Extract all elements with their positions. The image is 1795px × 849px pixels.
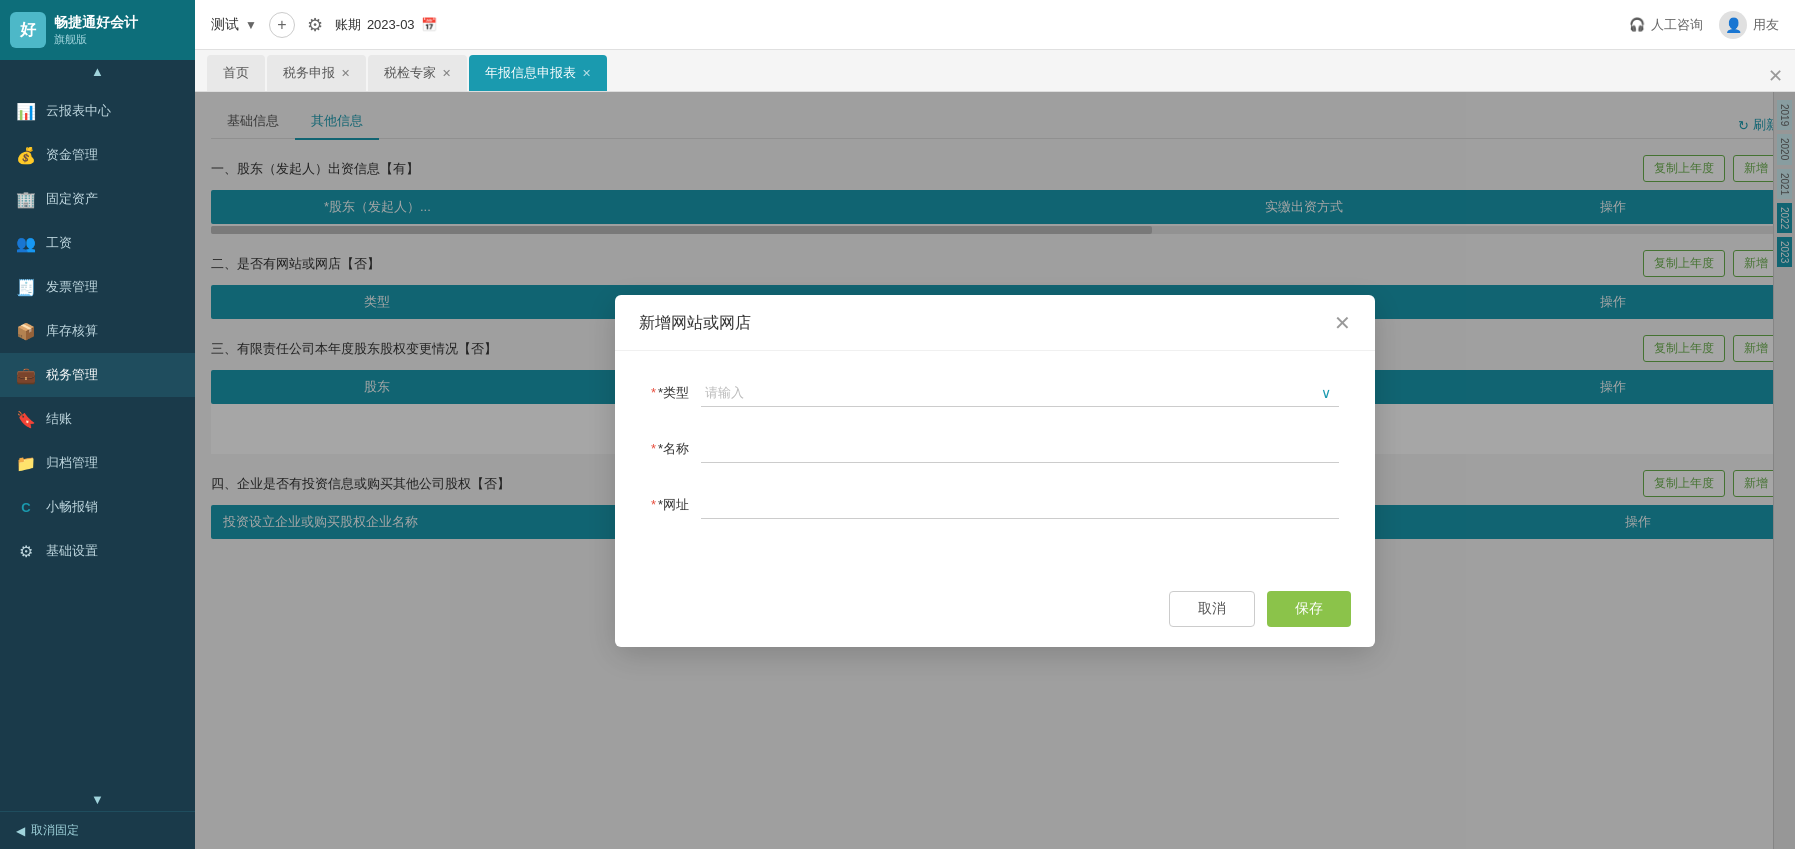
tax-icon: 💼 [16,365,36,385]
main-area: 测试 ▼ + ⚙ 账期 2023-03 📅 🎧 人工咨询 [195,0,1795,849]
company-dropdown-icon: ▼ [245,18,257,32]
app-title: 畅捷通好会计 [54,13,138,31]
tab-tax-declare[interactable]: 税务申报 ✕ [267,55,366,91]
support-button[interactable]: 🎧 人工咨询 [1629,16,1703,34]
cloud-reports-icon: 📊 [16,101,36,121]
sidebar: 好 畅捷通好会计 旗舰版 ▲ 📊 云报表中心 💰 资金管理 🏢 固定资产 [0,0,195,849]
support-label: 人工咨询 [1651,16,1703,34]
tab-annual-report[interactable]: 年报信息申报表 ✕ [469,55,607,91]
period-label: 账期 [335,16,361,34]
xiaochang-icon: C [16,497,36,517]
sidebar-item-payroll[interactable]: 👥 工资 [0,221,195,265]
sidebar-item-xiaochang[interactable]: C 小畅报销 [0,485,195,529]
sidebar-item-fixed-assets[interactable]: 🏢 固定资产 [0,177,195,221]
form-field-url [701,491,1339,519]
dialog-body: **类型 ∨ **名称 [615,351,1375,575]
sidebar-item-inventory[interactable]: 📦 库存核算 [0,309,195,353]
topbar-right: 🎧 人工咨询 👤 用友 [1629,11,1779,39]
user-menu[interactable]: 👤 用友 [1719,11,1779,39]
name-input[interactable] [701,435,1339,463]
user-label: 用友 [1753,16,1779,34]
sidebar-nav: 📊 云报表中心 💰 资金管理 🏢 固定资产 👥 工资 🧾 发票管理 📦 [0,83,195,788]
content-area: 基础信息 其他信息 ↻ 刷新 一、股东（发起人）出资信息【有】 [195,92,1795,849]
calendar-icon: 📅 [421,17,437,32]
form-label-url: **网址 [651,496,701,514]
support-icon: 🎧 [1629,17,1645,32]
form-field-name [701,435,1339,463]
app-subtitle: 旗舰版 [54,32,138,47]
sidebar-label-fixed-assets: 固定资产 [46,190,98,208]
add-company-button[interactable]: + [269,12,295,38]
sidebar-footer-pin[interactable]: ◀ 取消固定 [0,811,195,849]
archive-icon: 📁 [16,453,36,473]
user-avatar: 👤 [1719,11,1747,39]
company-name: 测试 [211,16,239,34]
sidebar-item-cloud-reports[interactable]: 📊 云报表中心 [0,89,195,133]
tab-tax-check[interactable]: 税检专家 ✕ [368,55,467,91]
form-label-type: **类型 [651,384,701,402]
tab-tax-declare-label: 税务申报 [283,64,335,82]
form-row-type: **类型 ∨ [651,379,1339,407]
tab-annual-report-label: 年报信息申报表 [485,64,576,82]
sidebar-item-checkout[interactable]: 🔖 结账 [0,397,195,441]
form-field-type: ∨ [701,379,1339,407]
sidebar-item-archive[interactable]: 📁 归档管理 [0,441,195,485]
period-selector[interactable]: 账期 2023-03 📅 [335,16,437,34]
dialog-close-button[interactable]: ✕ [1334,313,1351,333]
topbar: 测试 ▼ + ⚙ 账期 2023-03 📅 🎧 人工咨询 [195,0,1795,50]
sidebar-header: 好 畅捷通好会计 旗舰版 [0,0,195,60]
funds-icon: 💰 [16,145,36,165]
tab-annual-report-close[interactable]: ✕ [582,67,591,80]
pin-label: 取消固定 [31,822,79,839]
sidebar-scroll-down[interactable]: ▼ [0,788,195,811]
form-row-url: **网址 [651,491,1339,519]
app-logo: 好 [10,12,46,48]
sidebar-item-tax[interactable]: 💼 税务管理 [0,353,195,397]
global-close-btn[interactable]: ✕ [1768,65,1783,91]
sidebar-label-cloud-reports: 云报表中心 [46,102,111,120]
tab-home[interactable]: 首页 [207,55,265,91]
save-button[interactable]: 保存 [1267,591,1351,627]
dialog-title: 新增网站或网店 [639,313,751,334]
tab-tax-declare-close[interactable]: ✕ [341,67,350,80]
sidebar-item-invoice[interactable]: 🧾 发票管理 [0,265,195,309]
sidebar-label-archive: 归档管理 [46,454,98,472]
payroll-icon: 👥 [16,233,36,253]
dialog-add-website: 新增网站或网店 ✕ **类型 ∨ [615,295,1375,647]
sidebar-label-tax: 税务管理 [46,366,98,384]
sidebar-label-checkout: 结账 [46,410,72,428]
tab-home-label: 首页 [223,64,249,82]
inventory-icon: 📦 [16,321,36,341]
url-input[interactable] [701,491,1339,519]
sidebar-label-funds: 资金管理 [46,146,98,164]
modal-overlay: 新增网站或网店 ✕ **类型 ∨ [195,92,1795,849]
sidebar-scroll-up[interactable]: ▲ [0,60,195,83]
sidebar-item-settings[interactable]: ⚙ 基础设置 [0,529,195,573]
pin-icon: ◀ [16,824,25,838]
fixed-assets-icon: 🏢 [16,189,36,209]
tab-tax-check-label: 税检专家 [384,64,436,82]
dialog-header: 新增网站或网店 ✕ [615,295,1375,351]
cancel-button[interactable]: 取消 [1169,591,1255,627]
checkout-icon: 🔖 [16,409,36,429]
sidebar-item-funds[interactable]: 💰 资金管理 [0,133,195,177]
form-row-name: **名称 [651,435,1339,463]
sidebar-label-invoice: 发票管理 [46,278,98,296]
app-title-group: 畅捷通好会计 旗舰版 [54,13,138,46]
invoice-icon: 🧾 [16,277,36,297]
settings-gear-icon[interactable]: ⚙ [307,14,323,36]
sidebar-label-xiaochang: 小畅报销 [46,498,98,516]
sidebar-label-inventory: 库存核算 [46,322,98,340]
sidebar-label-settings: 基础设置 [46,542,98,560]
settings-icon: ⚙ [16,541,36,561]
tab-tax-check-close[interactable]: ✕ [442,67,451,80]
form-label-name: **名称 [651,440,701,458]
dialog-footer: 取消 保存 [615,575,1375,647]
type-input[interactable] [701,379,1339,407]
company-selector[interactable]: 测试 ▼ [211,16,257,34]
sidebar-label-payroll: 工资 [46,234,72,252]
period-value: 2023-03 [367,17,415,32]
tabs-bar: 首页 税务申报 ✕ 税检专家 ✕ 年报信息申报表 ✕ ✕ [195,50,1795,92]
global-close-icon: ✕ [1768,65,1783,87]
